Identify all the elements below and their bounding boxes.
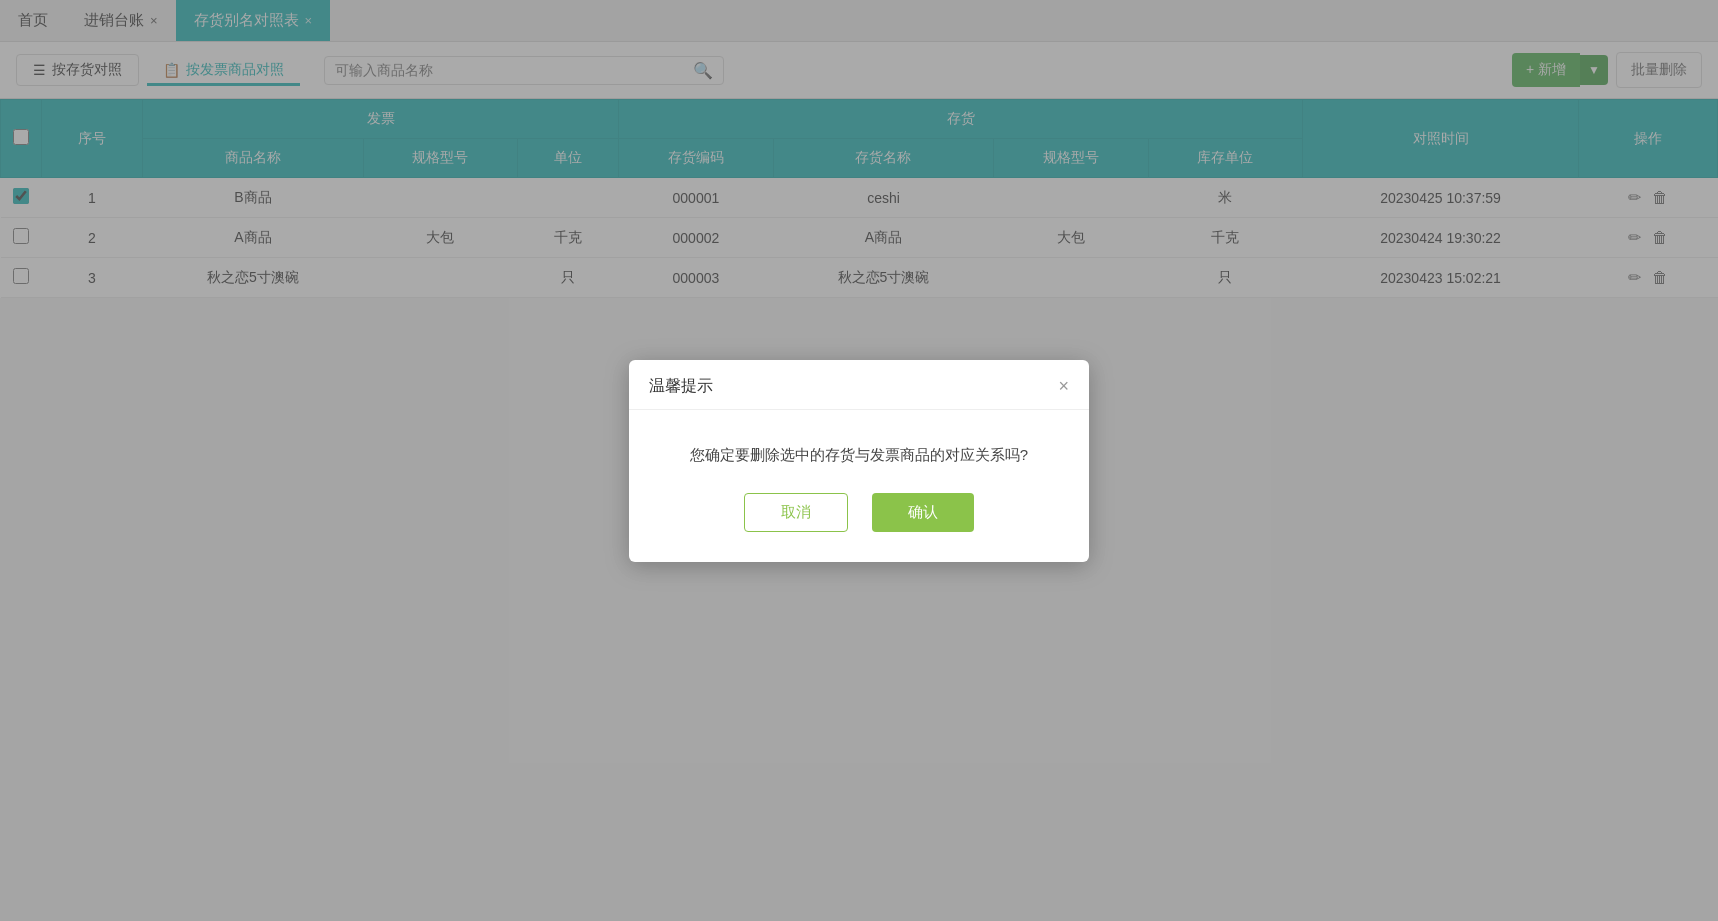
dialog-confirm-button[interactable]: 确认 <box>872 493 974 532</box>
dialog-cancel-button[interactable]: 取消 <box>744 493 848 532</box>
dialog: 温馨提示 × 您确定要删除选中的存货与发票商品的对应关系吗? 取消 确认 <box>629 360 1089 562</box>
dialog-message: 您确定要删除选中的存货与发票商品的对应关系吗? <box>690 446 1028 463</box>
dialog-title: 温馨提示 <box>649 376 713 397</box>
dialog-footer: 取消 确认 <box>629 493 1089 562</box>
dialog-close-button[interactable]: × <box>1058 377 1069 395</box>
dialog-header: 温馨提示 × <box>629 360 1089 410</box>
dialog-body: 您确定要删除选中的存货与发票商品的对应关系吗? <box>629 410 1089 493</box>
overlay: 温馨提示 × 您确定要删除选中的存货与发票商品的对应关系吗? 取消 确认 <box>0 0 1718 921</box>
